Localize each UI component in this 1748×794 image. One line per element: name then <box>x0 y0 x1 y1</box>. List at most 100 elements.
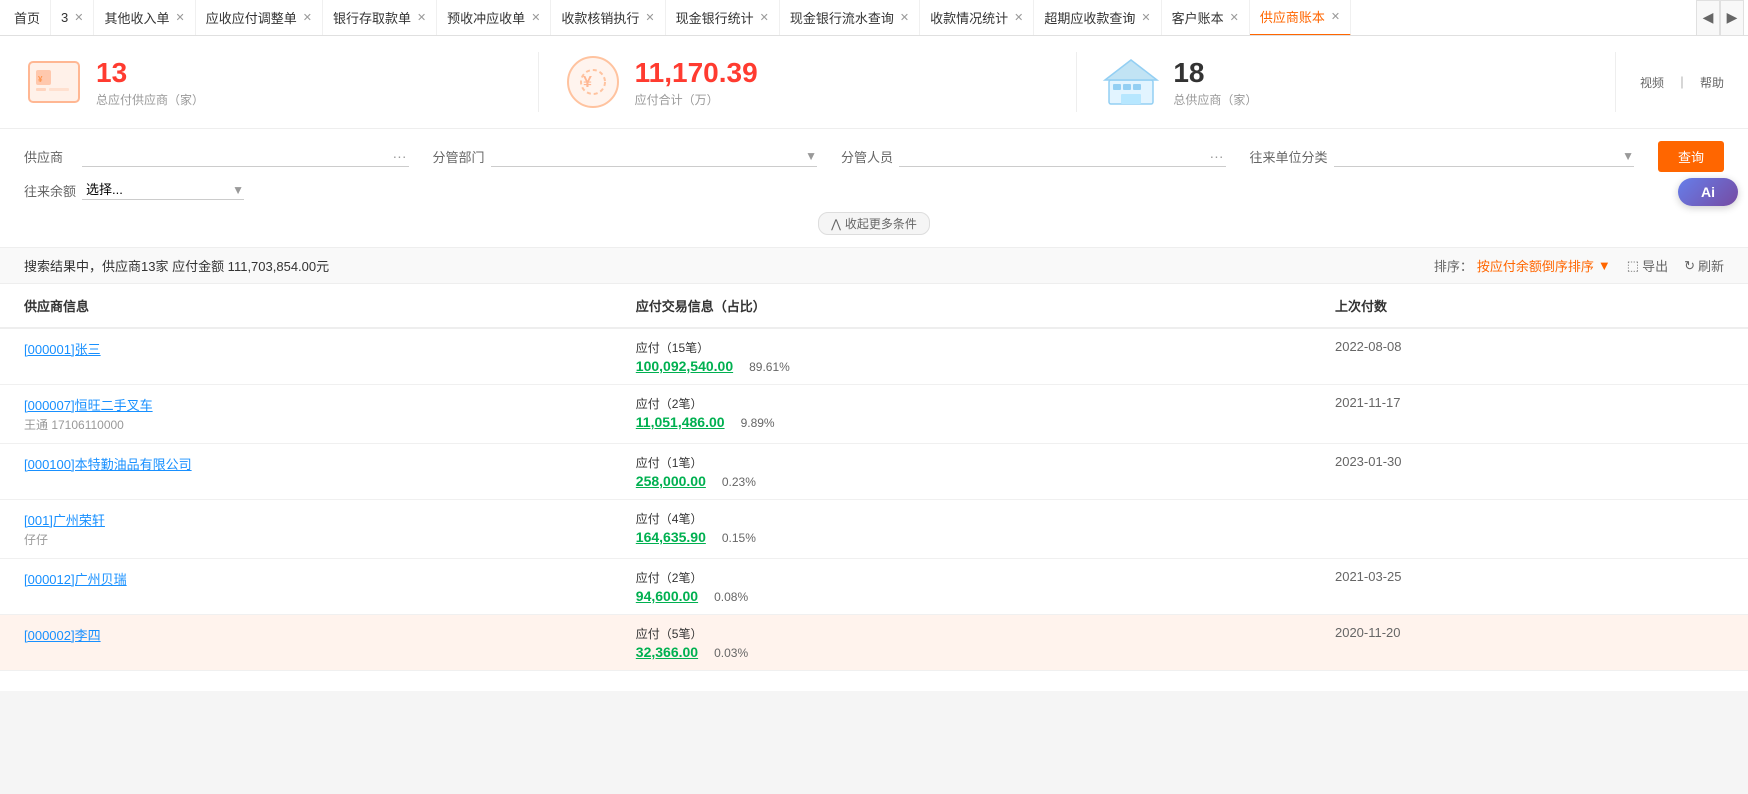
tx-row: 11,051,486.009.89% <box>636 414 1287 430</box>
svg-text:¥: ¥ <box>583 74 592 91</box>
tx-cell: 应付（5笔） 32,366.00 0.03% <box>612 615 1311 671</box>
tx-label: 应付（5笔） <box>636 625 1287 642</box>
close-icon[interactable]: ✕ <box>531 11 540 24</box>
nav-tab-supplier-ledger[interactable]: 供应商账本 ✕ <box>1250 0 1351 36</box>
video-link[interactable]: 视频 <box>1640 74 1664 91</box>
tx-pct: 0.23% <box>722 475 756 489</box>
category-label: 往来单位分类 <box>1250 147 1328 166</box>
table-header-row: 供应商信息 应付交易信息（占比） 上次付数 <box>0 284 1748 328</box>
balance-select-wrap: 选择... ▼ <box>82 180 244 200</box>
col-tx-info: 应付交易信息（占比） <box>612 284 1311 328</box>
tx-row: 94,600.00 0.08% <box>636 588 1287 604</box>
tx-pct: 0.03% <box>714 646 748 660</box>
person-label: 分管人员 <box>841 147 893 166</box>
nav-tab-cash-bank-stat[interactable]: 现金银行统计 ✕ <box>666 0 780 36</box>
supplier-link[interactable]: [000002]李四 <box>24 628 101 643</box>
tx-cell: 应付（4笔）164,635.900.15% <box>612 500 1311 559</box>
close-icon[interactable]: ✕ <box>417 11 426 24</box>
query-button[interactable]: 查询 <box>1658 141 1724 172</box>
filter-area: 供应商 ··· 分管部门 ▼ 分管人员 ··· <box>0 129 1748 248</box>
supplier-cell: [000007]恒旺二手叉车王通 17106110000 <box>0 385 612 444</box>
summary-payable-number: 13 <box>96 56 204 90</box>
ai-float-button[interactable]: Ai <box>1678 178 1738 206</box>
close-icon[interactable]: ✕ <box>900 11 909 24</box>
dept-chevron-icon: ▼ <box>805 149 817 163</box>
summary-card-total-suppliers: 18 总供应商（家） <box>1101 52 1616 112</box>
close-icon[interactable]: ✕ <box>760 11 769 24</box>
summary-supplier-label: 总供应商（家） <box>1173 91 1257 108</box>
supplier-link[interactable]: [001]广州荣轩 <box>24 513 105 528</box>
nav-tab-overdue-ar[interactable]: 超期应收款查询 ✕ <box>1034 0 1161 36</box>
tx-amount[interactable]: 11,051,486.00 <box>636 414 725 430</box>
table-row: [000002]李四应付（5笔）32,366.000.03%2020-11-20 <box>0 615 1748 671</box>
refresh-button[interactable]: ↻ 刷新 <box>1684 256 1724 275</box>
close-icon[interactable]: ✕ <box>175 11 184 24</box>
tx-amount[interactable]: 94,600.00 <box>636 588 698 604</box>
person-input-wrap: ··· <box>899 147 1225 167</box>
dept-select[interactable] <box>491 147 806 166</box>
nav-tab-home[interactable]: 首页 <box>4 0 51 36</box>
nav-tab-3[interactable]: 3 ✕ <box>51 0 94 36</box>
supplier-link[interactable]: [000100]本特勤油品有限公司 <box>24 457 192 472</box>
close-icon[interactable]: ✕ <box>1230 11 1239 24</box>
tx-label: 应付（2笔） <box>636 395 1287 412</box>
last-pay-cell <box>1311 500 1748 559</box>
close-icon[interactable]: ✕ <box>303 11 312 24</box>
summary-payable-label: 总应付供应商（家） <box>96 91 204 108</box>
close-icon[interactable]: ✕ <box>74 11 83 24</box>
close-icon[interactable]: ✕ <box>1141 11 1150 24</box>
supplier-link[interactable]: [000007]恒旺二手叉车 <box>24 398 153 413</box>
summary-card1-content: 13 总应付供应商（家） <box>96 56 204 109</box>
sort-control[interactable]: 排序： 按应付余额倒序排序 ▼ <box>1434 256 1611 275</box>
nav-tab-collection-stat[interactable]: 收款情况统计 ✕ <box>920 0 1034 36</box>
nav-tab-collection-verify[interactable]: 收款核销执行 ✕ <box>551 0 665 36</box>
tx-amount[interactable]: 100,092,540.00 <box>636 358 733 374</box>
nav-prev-arrow[interactable]: ◀ <box>1696 0 1720 36</box>
refresh-label: 刷新 <box>1698 256 1724 275</box>
collapse-up-icon: ⋀ <box>831 217 841 231</box>
supplier-input-wrap: ··· <box>82 147 409 167</box>
nav-tab-ar-ap-adjust[interactable]: 应收应付调整单 ✕ <box>196 0 323 36</box>
last-pay-cell: 2021-03-25 <box>1311 559 1748 615</box>
category-chevron-icon: ▼ <box>1622 149 1634 163</box>
export-button[interactable]: ⬚ 导出 <box>1627 256 1668 275</box>
nav-tab-advance-collect[interactable]: 预收冲应收单 ✕ <box>437 0 551 36</box>
balance-select[interactable]: 选择... <box>82 180 232 199</box>
nav-tab-other-income[interactable]: 其他收入单 ✕ <box>94 0 195 36</box>
supplier-input[interactable] <box>82 147 391 166</box>
close-icon[interactable]: ✕ <box>1014 11 1023 24</box>
tx-amount[interactable]: 164,635.90 <box>636 529 706 545</box>
tx-cell: 应付（2笔） 11,051,486.009.89% <box>612 385 1311 444</box>
tx-amount[interactable]: 258,000.00 <box>636 473 706 489</box>
payable-suppliers-icon: ¥ <box>24 52 84 112</box>
sort-label: 排序： <box>1434 256 1473 275</box>
nav-tab-cash-bank-flow[interactable]: 现金银行流水查询 ✕ <box>780 0 920 36</box>
supplier-cell: [000002]李四 <box>0 615 612 671</box>
close-icon[interactable]: ✕ <box>645 11 654 24</box>
nav-tab-bank-deposit[interactable]: 银行存取款单 ✕ <box>323 0 437 36</box>
filter-dept: 分管部门 ▼ <box>433 147 818 167</box>
nav-next-arrow[interactable]: ▶ <box>1720 0 1744 36</box>
supplier-link[interactable]: [000001]张三 <box>24 342 101 357</box>
summary-total-label: 应付合计（万） <box>635 91 758 108</box>
collapse-button[interactable]: ⋀ 收起更多条件 <box>818 212 930 235</box>
ai-label: Ai <box>1701 184 1715 200</box>
nav-tab-customer-ledger[interactable]: 客户账本 ✕ <box>1162 0 1250 36</box>
tx-row: 258,000.00 0.23% <box>636 473 1287 489</box>
person-dots-icon[interactable]: ··· <box>1208 148 1226 164</box>
close-icon[interactable]: ✕ <box>1331 10 1340 23</box>
supplier-dots-icon[interactable]: ··· <box>391 148 409 164</box>
person-input[interactable] <box>899 147 1207 166</box>
col-last-pay: 上次付数 <box>1311 284 1748 328</box>
summary-bar: ¥ 13 总应付供应商（家） ¥ 11,170.39 应付合计（万） <box>0 36 1748 129</box>
summary-card3-content: 18 总供应商（家） <box>1173 56 1257 109</box>
supplier-cell: [000012]广州贝瑞 <box>0 559 612 615</box>
help-link[interactable]: 帮助 <box>1700 74 1724 91</box>
supplier-link[interactable]: [000012]广州贝瑞 <box>24 572 127 587</box>
last-pay-cell: 2022-08-08 <box>1311 328 1748 385</box>
category-select[interactable] <box>1334 147 1623 166</box>
tx-pct: 0.08% <box>714 590 748 604</box>
tx-amount[interactable]: 32,366.00 <box>636 644 698 660</box>
total-payable-icon: ¥ <box>563 52 623 112</box>
supplier-sub-info: 仔仔 <box>24 531 588 548</box>
